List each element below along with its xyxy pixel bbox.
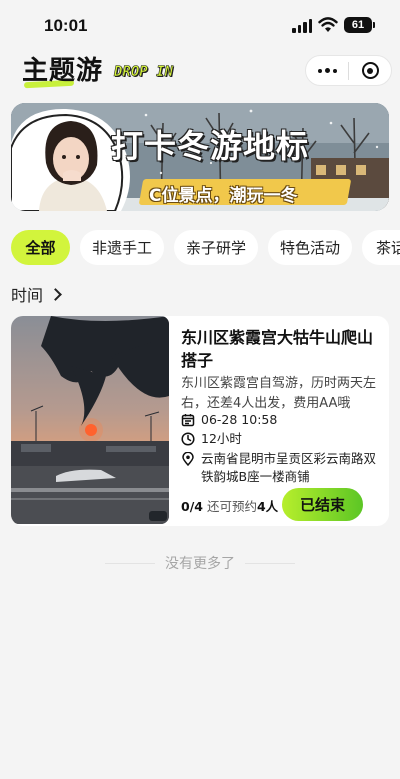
location-pin-icon: [182, 452, 194, 466]
target-close-icon: [361, 62, 379, 79]
tab-parent-child-study[interactable]: 亲子研学: [174, 230, 258, 265]
chevron-right-icon: [49, 287, 62, 301]
clock-icon: [181, 432, 195, 446]
activity-capacity: 0/4 还可预约 4人: [181, 496, 278, 515]
status-bar: 10:01 61: [0, 0, 400, 52]
tab-all[interactable]: 全部: [11, 230, 70, 265]
activity-datetime: 06-28 10:58: [201, 412, 278, 427]
remaining-label: 还可预约: [206, 499, 257, 514]
tab-intangible-heritage-crafts[interactable]: 非遗手工: [80, 230, 164, 265]
more-dots-icon: [317, 68, 322, 73]
activity-location: 云南省昆明市呈贡区彩云南路双铁韵城B座一楼商铺: [201, 451, 377, 484]
activity-duration: 12小时: [201, 431, 242, 446]
calendar-icon: [181, 414, 195, 427]
time-filter-label: 时间: [11, 286, 44, 305]
brand-title: 主题游: [22, 56, 104, 86]
mini-program-capsule: [305, 55, 392, 86]
category-tabs: 全部 非遗手工 亲子研学 特色活动 茶话: [11, 230, 400, 266]
cellular-signal-icon: [292, 19, 312, 33]
banner-title: 打卡冬游地标: [111, 127, 310, 165]
more-dots-icon: [332, 68, 337, 73]
more-options-button[interactable]: [306, 55, 348, 86]
activity-datetime-row: 06-28 10:58: [181, 411, 381, 429]
activity-title: 东川区紫霞宫大牯牛山爬山搭子: [181, 328, 374, 370]
activity-sunset-image: [11, 316, 169, 524]
booked-count: 0/4: [181, 499, 203, 514]
close-mini-program-button[interactable]: [349, 55, 391, 86]
time-filter[interactable]: 时间: [11, 282, 62, 306]
tab-special-events[interactable]: 特色活动: [268, 230, 352, 265]
banner-subtitle: C位景点，潮玩一冬: [149, 186, 298, 206]
activity-duration-row: 12小时: [181, 430, 381, 448]
remaining-count: 4人: [256, 499, 279, 514]
status-time: 10:01: [44, 16, 88, 35]
activity-card[interactable]: 东川区紫霞宫大牯牛山爬山搭子 东川区紫霞宫自驾游，历时两天左右，还差4人出发，费…: [11, 316, 389, 526]
ended-status-button[interactable]: 已结束: [282, 488, 363, 521]
battery-icon: 61: [344, 17, 375, 33]
activity-description: 东川区紫霞宫自驾游，历时两天左右，还差4人出发，费用AA哦: [181, 376, 377, 411]
no-more-text: 没有更多了: [165, 556, 235, 572]
brand-subtitle: DROP IN: [114, 64, 174, 81]
wifi-icon: [318, 17, 338, 32]
promo-banner[interactable]: 打卡冬游地标 C位景点，潮玩一冬: [11, 103, 389, 211]
list-end-indicator: 没有更多了: [100, 553, 300, 573]
tab-tea-talk[interactable]: 茶话: [362, 230, 400, 265]
activity-location-row: 云南省昆明市呈贡区彩云南路双铁韵城B座一楼商铺: [181, 450, 381, 486]
divider-left: [105, 562, 155, 564]
divider-right: [245, 562, 295, 564]
more-dots-icon: [324, 68, 330, 73]
